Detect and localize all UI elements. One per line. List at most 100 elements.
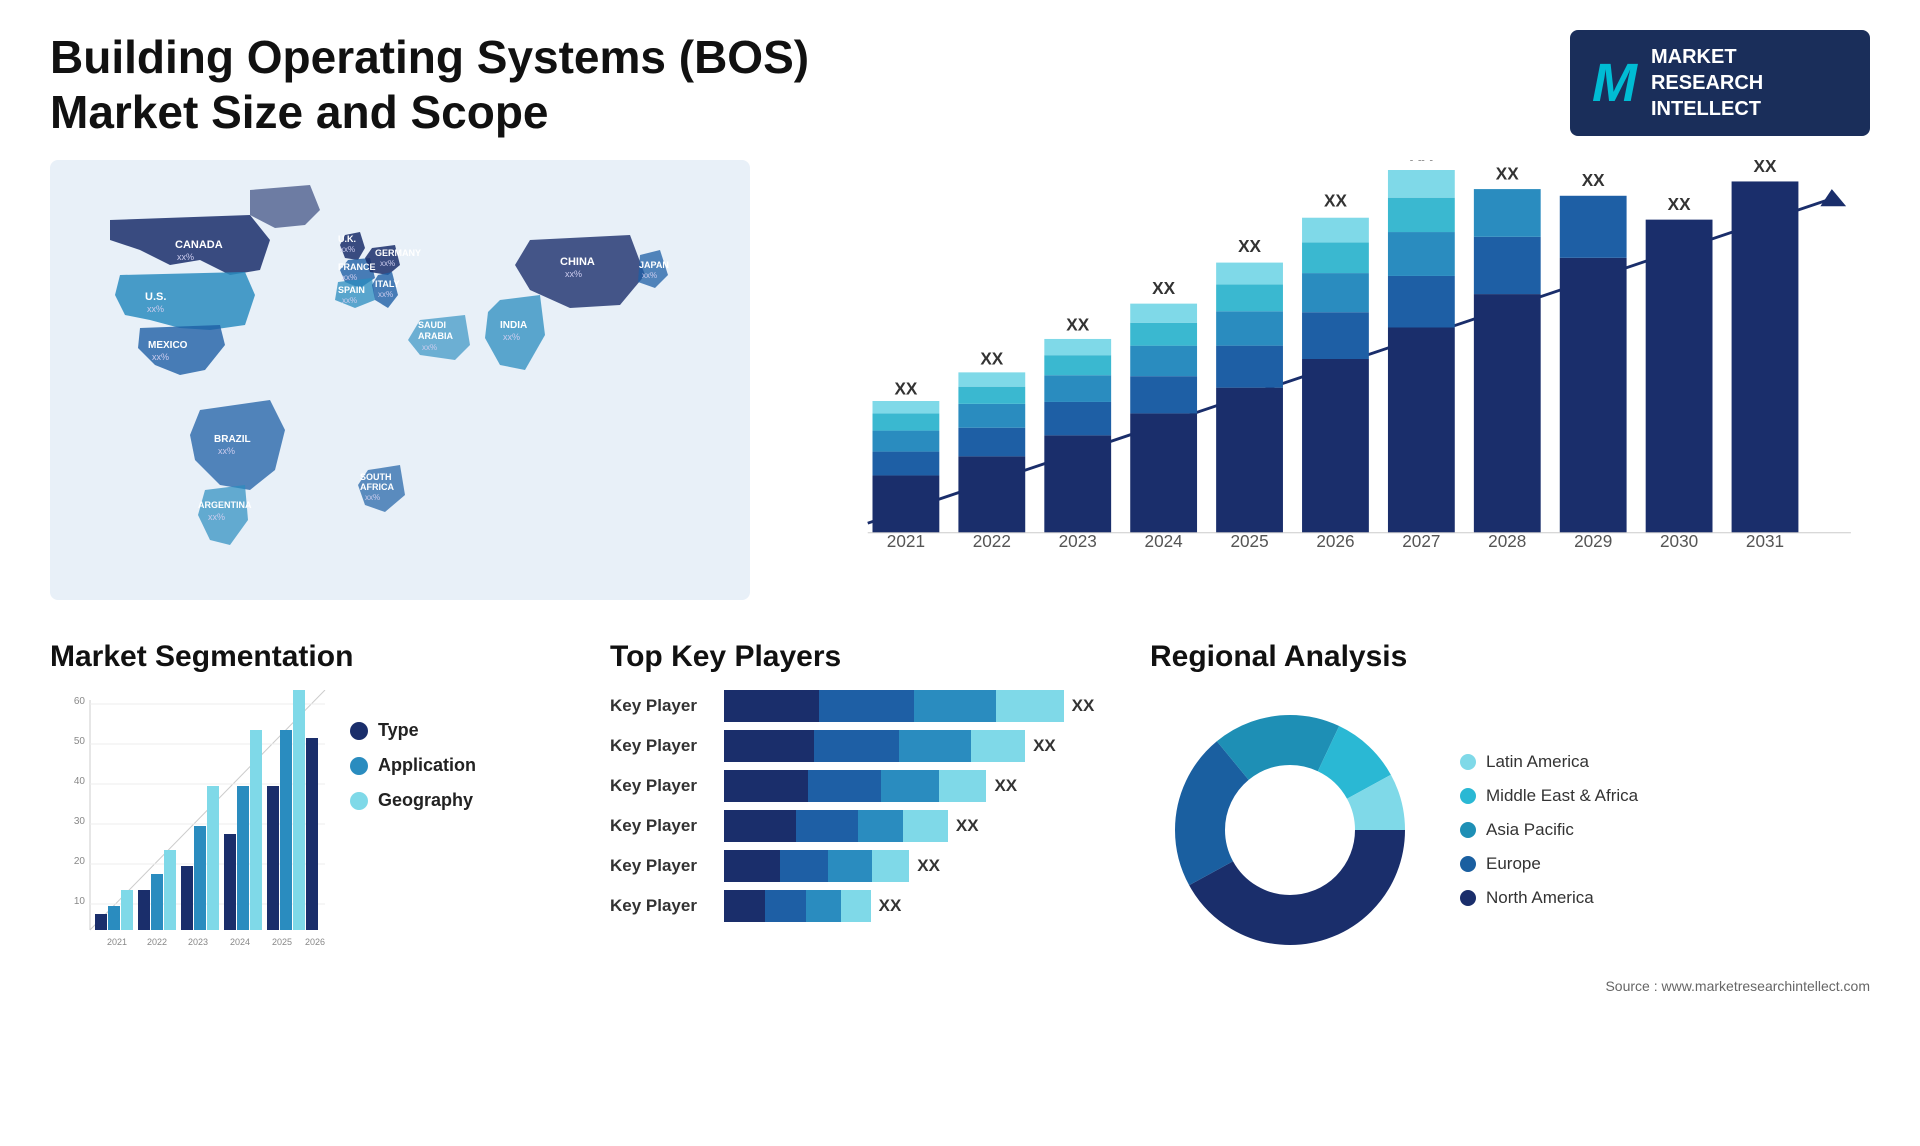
svg-text:XX: XX xyxy=(1668,194,1691,214)
svg-text:40: 40 xyxy=(74,776,86,787)
svg-text:xx%: xx% xyxy=(503,332,520,342)
legend-geography: Geography xyxy=(350,790,476,811)
svg-text:U.K.: U.K. xyxy=(338,234,356,244)
svg-text:xx%: xx% xyxy=(642,271,657,280)
player-row: Key Player XX xyxy=(610,850,1110,882)
key-players-section: Top Key Players Key Player XX xyxy=(610,640,1110,994)
player-bar xyxy=(724,730,1025,762)
world-map-container: CANADA xx% U.S. xx% MEXICO xx% BRAZIL xx… xyxy=(50,160,750,600)
legend-type-label: Type xyxy=(378,720,419,741)
svg-text:INDIA: INDIA xyxy=(500,320,527,331)
svg-text:SAUDI: SAUDI xyxy=(418,320,446,330)
svg-text:XX: XX xyxy=(1754,160,1777,176)
reg-legend-latin-america: Latin America xyxy=(1460,752,1638,772)
player-name: Key Player xyxy=(610,896,710,916)
svg-text:2026: 2026 xyxy=(1316,531,1354,551)
player-bar xyxy=(724,810,948,842)
logo: M MARKET RESEARCH INTELLECT xyxy=(1570,30,1870,136)
svg-text:XX: XX xyxy=(894,379,917,399)
svg-text:xx%: xx% xyxy=(378,290,393,299)
svg-text:ARGENTINA: ARGENTINA xyxy=(198,500,252,510)
svg-text:MEXICO: MEXICO xyxy=(148,340,188,351)
svg-text:FRANCE: FRANCE xyxy=(338,262,376,272)
svg-text:CANADA: CANADA xyxy=(175,239,223,251)
reg-legend-europe: Europe xyxy=(1460,854,1638,874)
svg-text:2023: 2023 xyxy=(188,937,208,947)
players-list: Key Player XX Key Player xyxy=(610,690,1110,922)
legend-type: Type xyxy=(350,720,476,741)
reg-legend-north-america: North America xyxy=(1460,888,1638,908)
reg-label-na: North America xyxy=(1486,888,1594,908)
svg-text:2022: 2022 xyxy=(973,531,1011,551)
svg-text:xx%: xx% xyxy=(147,304,164,314)
bar-chart-container: XX 2021 XX 2022 XX 2023 xyxy=(790,160,1870,600)
player-row: Key Player XX xyxy=(610,730,1110,762)
svg-text:50: 50 xyxy=(74,736,86,747)
svg-text:JAPAN: JAPAN xyxy=(639,260,669,270)
segmentation-title: Market Segmentation xyxy=(50,640,570,674)
logo-line1: MARKET xyxy=(1651,44,1763,70)
svg-text:10: 10 xyxy=(74,896,86,907)
legend-application-dot xyxy=(350,757,368,775)
page: Building Operating Systems (BOS) Market … xyxy=(0,0,1920,1146)
svg-text:30: 30 xyxy=(74,816,86,827)
svg-text:XX: XX xyxy=(1238,236,1261,256)
svg-text:2029: 2029 xyxy=(1574,531,1612,551)
svg-text:xx%: xx% xyxy=(422,343,437,352)
svg-text:60: 60 xyxy=(74,696,86,707)
reg-dot-na xyxy=(1460,890,1476,906)
player-bar xyxy=(724,890,871,922)
svg-text:CHINA: CHINA xyxy=(560,256,595,268)
player-bar-wrap: XX xyxy=(724,730,1110,762)
reg-dot-mea xyxy=(1460,788,1476,804)
svg-text:ITALY: ITALY xyxy=(375,279,400,289)
player-value: XX xyxy=(879,896,902,916)
svg-text:U.S.: U.S. xyxy=(145,291,166,303)
donut-chart xyxy=(1150,690,1430,970)
regional-legend: Latin America Middle East & Africa Asia … xyxy=(1460,752,1638,908)
bottom-section: Market Segmentation 60 50 40 30 20 xyxy=(50,640,1870,994)
player-value: XX xyxy=(1033,736,1056,756)
reg-label-europe: Europe xyxy=(1486,854,1541,874)
svg-text:XX: XX xyxy=(1582,171,1605,191)
svg-text:xx%: xx% xyxy=(208,512,225,522)
segmentation-section: Market Segmentation 60 50 40 30 20 xyxy=(50,640,570,994)
world-map-svg: CANADA xx% U.S. xx% MEXICO xx% BRAZIL xx… xyxy=(50,160,750,600)
logo-text: MARKET RESEARCH INTELLECT xyxy=(1651,44,1763,122)
top-section: CANADA xx% U.S. xx% MEXICO xx% BRAZIL xx… xyxy=(50,160,1870,600)
player-name: Key Player xyxy=(610,776,710,796)
player-value: XX xyxy=(994,776,1017,796)
svg-text:xx%: xx% xyxy=(380,259,395,268)
svg-text:2022: 2022 xyxy=(147,937,167,947)
player-bar xyxy=(724,770,986,802)
svg-text:2024: 2024 xyxy=(230,937,250,947)
svg-text:2030: 2030 xyxy=(1660,531,1698,551)
segmentation-legend: Type Application Geography xyxy=(350,690,476,811)
svg-text:xx%: xx% xyxy=(152,352,169,362)
reg-legend-mea: Middle East & Africa xyxy=(1460,786,1638,806)
page-title: Building Operating Systems (BOS) Market … xyxy=(50,30,950,140)
segmentation-inner: 60 50 40 30 20 10 xyxy=(50,690,570,970)
player-row: Key Player XX xyxy=(610,890,1110,922)
svg-text:XX: XX xyxy=(1066,315,1089,335)
player-row: Key Player XX xyxy=(610,770,1110,802)
regional-section: Regional Analysis xyxy=(1150,640,1870,994)
logo-line2: RESEARCH xyxy=(1651,70,1763,96)
svg-text:xx%: xx% xyxy=(365,493,380,502)
svg-text:xx%: xx% xyxy=(342,296,357,305)
player-bar-wrap: XX xyxy=(724,770,1110,802)
player-bar-wrap: XX xyxy=(724,850,1110,882)
svg-text:20: 20 xyxy=(74,856,86,867)
player-name: Key Player xyxy=(610,816,710,836)
svg-text:SOUTH: SOUTH xyxy=(360,472,392,482)
reg-dot-latin xyxy=(1460,754,1476,770)
svg-text:2021: 2021 xyxy=(107,937,127,947)
player-bar xyxy=(724,850,909,882)
svg-text:xx%: xx% xyxy=(342,273,357,282)
svg-text:2026: 2026 xyxy=(305,937,325,947)
svg-text:2028: 2028 xyxy=(1488,531,1526,551)
svg-text:xx%: xx% xyxy=(177,252,194,262)
legend-application-label: Application xyxy=(378,755,476,776)
player-value: XX xyxy=(917,856,940,876)
legend-application: Application xyxy=(350,755,476,776)
